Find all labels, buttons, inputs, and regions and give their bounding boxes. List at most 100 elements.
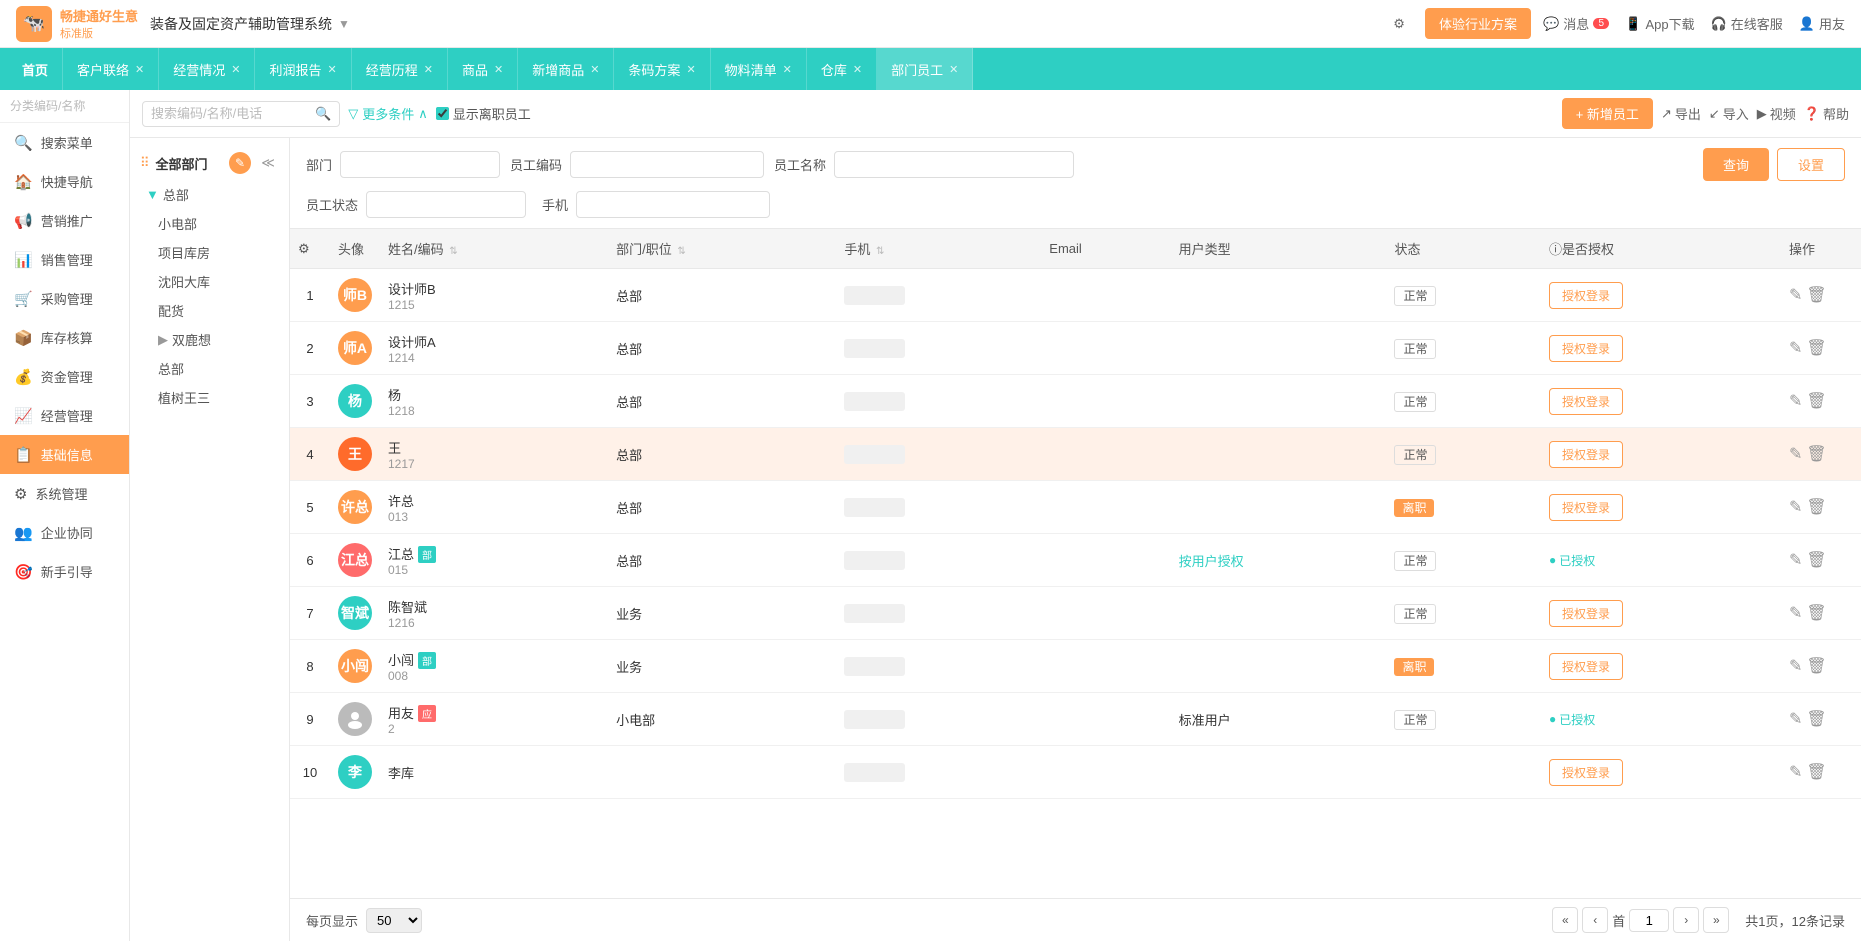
close-icon[interactable]: ✕ — [686, 63, 695, 76]
query-button[interactable]: 查询 — [1703, 148, 1769, 181]
tab-business[interactable]: 经营情况 ✕ — [159, 48, 255, 90]
view-button[interactable]: ▶ 视频 — [1757, 104, 1796, 123]
delete-button[interactable]: 🗑 — [1806, 605, 1826, 622]
auth-button[interactable]: 授权登录 — [1549, 759, 1623, 786]
close-icon[interactable]: ✕ — [494, 63, 503, 76]
sidebar-item-collab[interactable]: 👥 企业协同 — [0, 513, 129, 552]
show-resigned-input[interactable] — [436, 107, 449, 120]
close-icon[interactable]: ✕ — [424, 63, 433, 76]
auth-button[interactable]: 授权登录 — [1549, 653, 1623, 680]
emp-status-select[interactable] — [366, 191, 526, 218]
next-page-button[interactable]: › — [1673, 907, 1699, 933]
message-button[interactable]: 💬 消息 5 — [1543, 14, 1609, 33]
tab-employees[interactable]: 部门员工 ✕ — [877, 48, 973, 90]
edit-button[interactable]: ✎ — [1789, 552, 1802, 569]
tree-node-zhishu[interactable]: 植树王三 — [130, 383, 289, 412]
delete-button[interactable]: 🗑 — [1806, 393, 1826, 410]
delete-button[interactable]: 🗑 — [1806, 658, 1826, 675]
tab-new-goods[interactable]: 新增商品 ✕ — [518, 48, 614, 90]
prev-page-button[interactable]: ‹ — [1582, 907, 1608, 933]
emp-code-input[interactable] — [570, 151, 764, 178]
col-name[interactable]: 姓名/编码 ⇅ — [380, 229, 608, 269]
add-employee-button[interactable]: + 新增员工 — [1562, 98, 1653, 129]
sidebar-item-nav[interactable]: 🏠 快捷导航 — [0, 162, 129, 201]
tree-node-peihu[interactable]: 配货 — [130, 296, 289, 325]
edit-button[interactable]: ✎ — [1789, 764, 1802, 781]
phone-input[interactable] — [576, 191, 770, 218]
close-icon[interactable]: ✕ — [853, 63, 862, 76]
delete-button[interactable]: 🗑 — [1806, 446, 1826, 463]
sidebar-item-guide[interactable]: 🎯 新手引导 — [0, 552, 129, 591]
delete-button[interactable]: 🗑 — [1806, 552, 1826, 569]
tree-collapse-button[interactable]: ≪ — [257, 152, 279, 174]
dept-select[interactable] — [340, 151, 500, 178]
set-button[interactable]: 设置 — [1777, 148, 1845, 181]
last-page-button[interactable]: » — [1703, 907, 1729, 933]
export-button[interactable]: ↗ 导出 — [1661, 104, 1701, 123]
page-number-input[interactable] — [1629, 909, 1669, 932]
auth-button[interactable]: 授权登录 — [1549, 388, 1623, 415]
sidebar-item-management[interactable]: 📈 经营管理 — [0, 396, 129, 435]
close-icon[interactable]: ✕ — [231, 63, 240, 76]
edit-button[interactable]: ✎ — [1789, 340, 1802, 357]
first-page-button[interactable]: « — [1552, 907, 1578, 933]
delete-button[interactable]: 🗑 — [1806, 499, 1826, 516]
page-size-select[interactable]: 50 100 — [366, 908, 422, 933]
emp-name-input[interactable] — [834, 151, 1074, 178]
sidebar-item-purchase[interactable]: 🛒 采购管理 — [0, 279, 129, 318]
delete-button[interactable]: 🗑 — [1806, 711, 1826, 728]
sidebar-item-finance[interactable]: 💰 资金管理 — [0, 357, 129, 396]
help-button[interactable]: ❓ 帮助 — [1804, 104, 1849, 123]
tab-warehouse[interactable]: 仓库 ✕ — [807, 48, 877, 90]
close-icon[interactable]: ✕ — [949, 63, 958, 76]
delete-button[interactable]: 🗑 — [1806, 287, 1826, 304]
tab-process[interactable]: 经营历程 ✕ — [352, 48, 448, 90]
auth-button[interactable]: 授权登录 — [1549, 335, 1623, 362]
tree-node-small-elec[interactable]: 小电部 — [130, 209, 289, 238]
more-filter-button[interactable]: ▽ 更多条件 ∧ — [348, 104, 428, 123]
tab-goods[interactable]: 商品 ✕ — [448, 48, 518, 90]
col-dept[interactable]: 部门/职位 ⇅ — [608, 229, 836, 269]
tree-node-headquarters[interactable]: ▼ 总部 — [130, 180, 289, 209]
close-icon[interactable]: ✕ — [783, 63, 792, 76]
edit-button[interactable]: ✎ — [1789, 658, 1802, 675]
gear-button[interactable]: ⚙ — [1385, 10, 1413, 38]
search-input[interactable] — [151, 106, 311, 121]
edit-button[interactable]: ✎ — [1789, 446, 1802, 463]
sidebar-item-inventory[interactable]: 📦 库存核算 — [0, 318, 129, 357]
tab-barcode[interactable]: 条码方案 ✕ — [614, 48, 710, 90]
sidebar-item-system[interactable]: ⚙ 系统管理 — [0, 474, 129, 513]
close-icon[interactable]: ✕ — [328, 63, 337, 76]
sidebar-item-search[interactable]: 🔍 搜索菜单 — [0, 123, 129, 162]
sidebar-item-basic[interactable]: 📋 基础信息 — [0, 435, 129, 474]
dropdown-arrow-icon[interactable]: ▼ — [338, 17, 350, 31]
close-icon[interactable]: ✕ — [135, 63, 144, 76]
edit-button[interactable]: ✎ — [1789, 393, 1802, 410]
sidebar-search-input[interactable] — [10, 99, 130, 113]
tree-node-zongbu[interactable]: 总部 — [130, 354, 289, 383]
tab-bom[interactable]: 物料清单 ✕ — [711, 48, 807, 90]
tree-add-button[interactable]: ✎ — [229, 152, 251, 174]
tab-customer[interactable]: 客户联络 ✕ — [63, 48, 159, 90]
edit-button[interactable]: ✎ — [1789, 605, 1802, 622]
close-icon[interactable]: ✕ — [590, 63, 599, 76]
show-resigned-checkbox[interactable]: 显示离职员工 — [436, 104, 531, 123]
trial-button[interactable]: 体验行业方案 — [1425, 8, 1531, 39]
sidebar-item-sales[interactable]: 📊 销售管理 — [0, 240, 129, 279]
online-service-button[interactable]: 🎧 在线客服 — [1711, 14, 1783, 33]
delete-button[interactable]: 🗑 — [1806, 340, 1826, 357]
tree-node-shuanglu[interactable]: ▶ 双鹿想 — [130, 325, 289, 354]
user-menu[interactable]: 👤 用友 — [1799, 14, 1845, 33]
edit-button[interactable]: ✎ — [1789, 499, 1802, 516]
col-phone[interactable]: 手机 ⇅ — [836, 229, 1041, 269]
tab-profit[interactable]: 利润报告 ✕ — [255, 48, 351, 90]
delete-button[interactable]: 🗑 — [1806, 764, 1826, 781]
tree-node-project-room[interactable]: 项目库房 — [130, 238, 289, 267]
auth-button[interactable]: 授权登录 — [1549, 600, 1623, 627]
auth-button[interactable]: 授权登录 — [1549, 494, 1623, 521]
auth-button[interactable]: 授权登录 — [1549, 282, 1623, 309]
sidebar-item-marketing[interactable]: 📢 营销推广 — [0, 201, 129, 240]
auth-button[interactable]: 授权登录 — [1549, 441, 1623, 468]
app-download-button[interactable]: 📱 App下载 — [1625, 14, 1694, 33]
tree-node-shenyang[interactable]: 沈阳大库 — [130, 267, 289, 296]
